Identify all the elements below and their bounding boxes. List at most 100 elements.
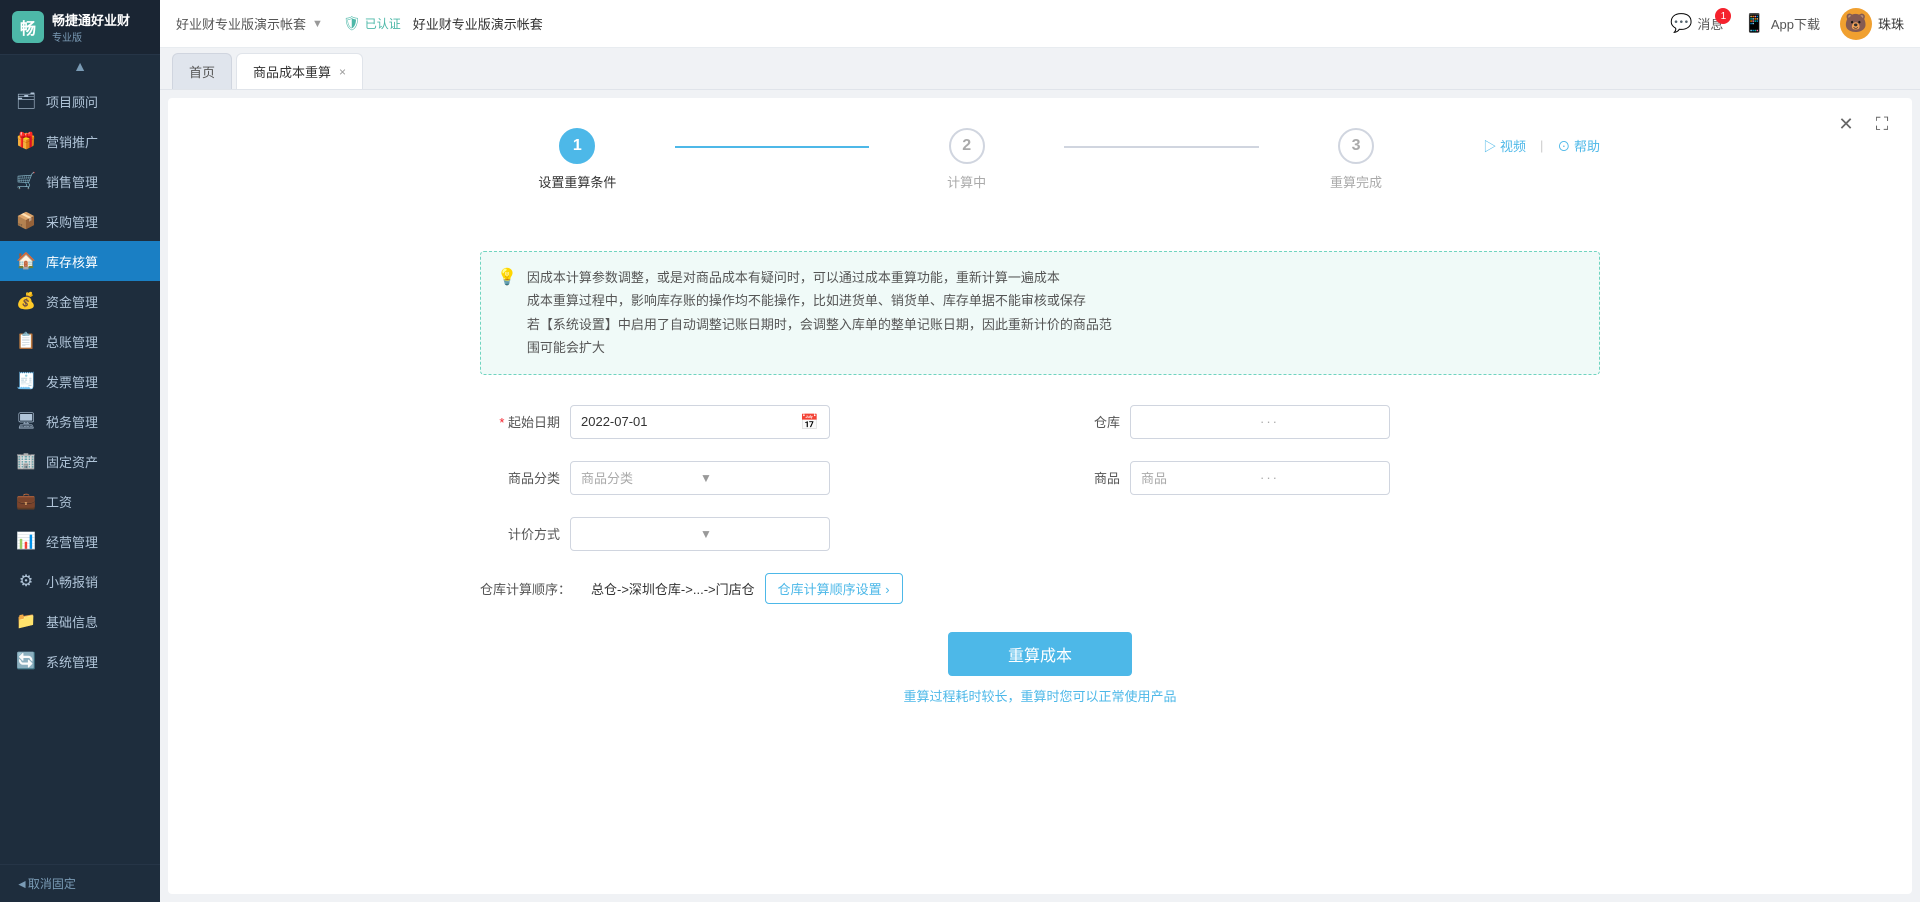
warehouse-dots-icon[interactable]: ··· [1260,414,1379,429]
app-title-block: 畅捷通好业财 专业版 [52,10,130,44]
username: 珠珠 [1878,14,1904,33]
calendar-icon[interactable]: 📅 [800,413,819,431]
assets-icon: 🏢 [16,451,36,471]
main-area: 好业财专业版演示帐套 ▼ 🛡 已认证 好业财专业版演示帐套 💬 消息 1 📱 A… [160,0,1920,902]
help-link[interactable]: ⊙ 帮助 [1557,136,1600,155]
sidebar-item-label: 税务管理 [46,412,98,431]
sidebar-item-label: 固定资产 [46,452,98,471]
sidebar-item-accounting[interactable]: 📋 总账管理 [0,321,160,361]
sidebar-item-purchase[interactable]: 📦 采购管理 [0,201,160,241]
sidebar-item-expense[interactable]: ⚙ 小畅报销 [0,561,160,601]
pricing-select-wrap[interactable]: ▼ [570,517,830,551]
basic-icon: 📁 [16,611,36,631]
recalc-button[interactable]: 重算成本 [948,632,1132,676]
form-left-pricing: 计价方式 ▼ [480,517,1040,551]
sidebar-item-basic[interactable]: 📁 基础信息 [0,601,160,641]
sidebar-item-finance[interactable]: 💰 资金管理 [0,281,160,321]
goods-dots-icon[interactable]: ··· [1260,470,1379,485]
video-link[interactable]: ▷ 视频 [1483,136,1526,155]
close-page-button[interactable]: ✕ [1832,110,1860,138]
step-1: 1 设置重算条件 [480,128,675,191]
form-right-goods: 商品 商品 ··· [1040,461,1600,495]
step-3-circle: 3 [1338,128,1374,164]
warehouse-order-setting-button[interactable]: 仓库计算顺序设置 › [765,573,903,604]
warehouse-select-wrap[interactable]: ··· [1130,405,1390,439]
start-date-input[interactable] [581,414,800,429]
message-icon: 💬 [1670,13,1692,34]
payroll-icon: 💼 [16,491,36,511]
sidebar-item-label: 总账管理 [46,332,98,351]
app-title: 畅捷通好业财 [52,10,130,29]
purchase-icon: 📦 [16,211,36,231]
tabbar: 首页 商品成本重算 × [160,48,1920,90]
stepper: 1 设置重算条件 2 计算中 [480,128,1453,191]
sidebar-unpin[interactable]: ◄取消固定 [0,864,160,902]
form-row-pricing: 计价方式 ▼ [480,517,1600,551]
sidebar-item-project[interactable]: 🗂 项目顾问 [0,81,160,121]
step-2: 2 计算中 [869,128,1064,191]
sidebar-item-label: 发票管理 [46,372,98,391]
verified-account-name: 好业财专业版演示帐套 [413,14,543,33]
avatar: 🐻 [1840,8,1872,40]
info-line-1: 因成本计算参数调整，或是对商品成本有疑问时，可以通过成本重算功能，重新计算一遍成… [527,266,1112,289]
step-2-circle: 2 [949,128,985,164]
recalc-button-label: 重算成本 [1008,648,1072,665]
mobile-icon: 📱 [1743,13,1765,34]
user-menu[interactable]: 🐻 珠珠 [1840,8,1904,40]
system-icon: 🔄 [16,651,36,671]
tab-home[interactable]: 首页 [172,53,232,89]
topbar: 好业财专业版演示帐套 ▼ 🛡 已认证 好业财专业版演示帐套 💬 消息 1 📱 A… [160,0,1920,48]
info-icon: 💡 [497,267,517,360]
account-select-label: 好业财专业版演示帐套 [176,14,306,33]
stepper-line-1 [675,146,870,148]
sidebar-item-payroll[interactable]: 💼 工资 [0,481,160,521]
help-links: ▷ 视频 | ⊙ 帮助 [1483,136,1600,155]
marketing-icon: 🎁 [16,131,36,151]
step-1-circle: 1 [559,128,595,164]
stepper-line-2 [1064,146,1259,148]
accounting-icon: 📋 [16,331,36,351]
sidebar-item-marketing[interactable]: 🎁 营销推广 [0,121,160,161]
sidebar-item-inventory[interactable]: 🏠 库存核算 [0,241,160,281]
info-text: 因成本计算参数调整，或是对商品成本有疑问时，可以通过成本重算功能，重新计算一遍成… [527,266,1112,360]
info-box: 💡 因成本计算参数调整，或是对商品成本有疑问时，可以通过成本重算功能，重新计算一… [480,251,1600,375]
message-button[interactable]: 💬 消息 1 [1670,13,1723,34]
info-line-4: 围可能会扩大 [527,336,1112,359]
sidebar-item-operation[interactable]: 📊 经营管理 [0,521,160,561]
form-row-date-warehouse: 起始日期 📅 仓库 ··· [480,405,1600,439]
topbar-right: 💬 消息 1 📱 App下载 🐻 珠珠 [1670,8,1904,40]
recalc-section: 重算成本 重算过程耗时较长，重算时您可以正常使用产品 [480,632,1600,705]
notification-badge: 1 [1715,8,1731,24]
warehouse-order-row: 仓库计算顺序： 总仓->深圳仓库->...->门店仓 仓库计算顺序设置 › [480,573,1600,604]
verify-label: 已认证 [365,15,401,32]
app-download-button[interactable]: 📱 App下载 [1743,13,1820,34]
shield-icon: 🛡 [343,15,361,32]
sidebar-item-invoice[interactable]: 🧾 发票管理 [0,361,160,401]
sidebar-item-assets[interactable]: 🏢 固定资产 [0,441,160,481]
tab-recalc-close[interactable]: × [339,65,346,79]
account-selector[interactable]: 好业财专业版演示帐套 ▼ [176,14,323,33]
info-line-2: 成本重算过程中，影响库存账的操作均不能操作，比如进货单、销货单、库存单据不能审核… [527,289,1112,312]
tab-recalc-label: 商品成本重算 [253,62,331,81]
tax-icon: 🖥 [16,411,36,431]
start-date-input-wrap[interactable]: 📅 [570,405,830,439]
step-3-label: 重算完成 [1330,172,1382,191]
operation-icon: 📊 [16,531,36,551]
pricing-chevron-icon: ▼ [700,527,819,541]
step-1-label: 设置重算条件 [538,172,616,191]
category-select-wrap[interactable]: 商品分类 ▼ [570,461,830,495]
sidebar-header: 畅 畅捷通好业财 专业版 [0,0,160,55]
sidebar-item-label: 营销推广 [46,132,98,151]
tab-recalc[interactable]: 商品成本重算 × [236,53,363,89]
form-left-category: 商品分类 商品分类 ▼ [480,461,1040,495]
goods-select-wrap[interactable]: 商品 ··· [1130,461,1390,495]
step-3-number: 3 [1352,137,1361,155]
tab-home-label: 首页 [189,62,215,81]
sidebar-item-sales[interactable]: 🛒 销售管理 [0,161,160,201]
form-left-date: 起始日期 📅 [480,405,1040,439]
sidebar-item-tax[interactable]: 🖥 税务管理 [0,401,160,441]
warehouse-order-label: 仓库计算顺序： [480,579,581,598]
sidebar-item-system[interactable]: 🔄 系统管理 [0,641,160,681]
sidebar-scroll-up[interactable]: ▲ [0,55,160,77]
expand-page-button[interactable]: ⛶ [1868,110,1896,138]
